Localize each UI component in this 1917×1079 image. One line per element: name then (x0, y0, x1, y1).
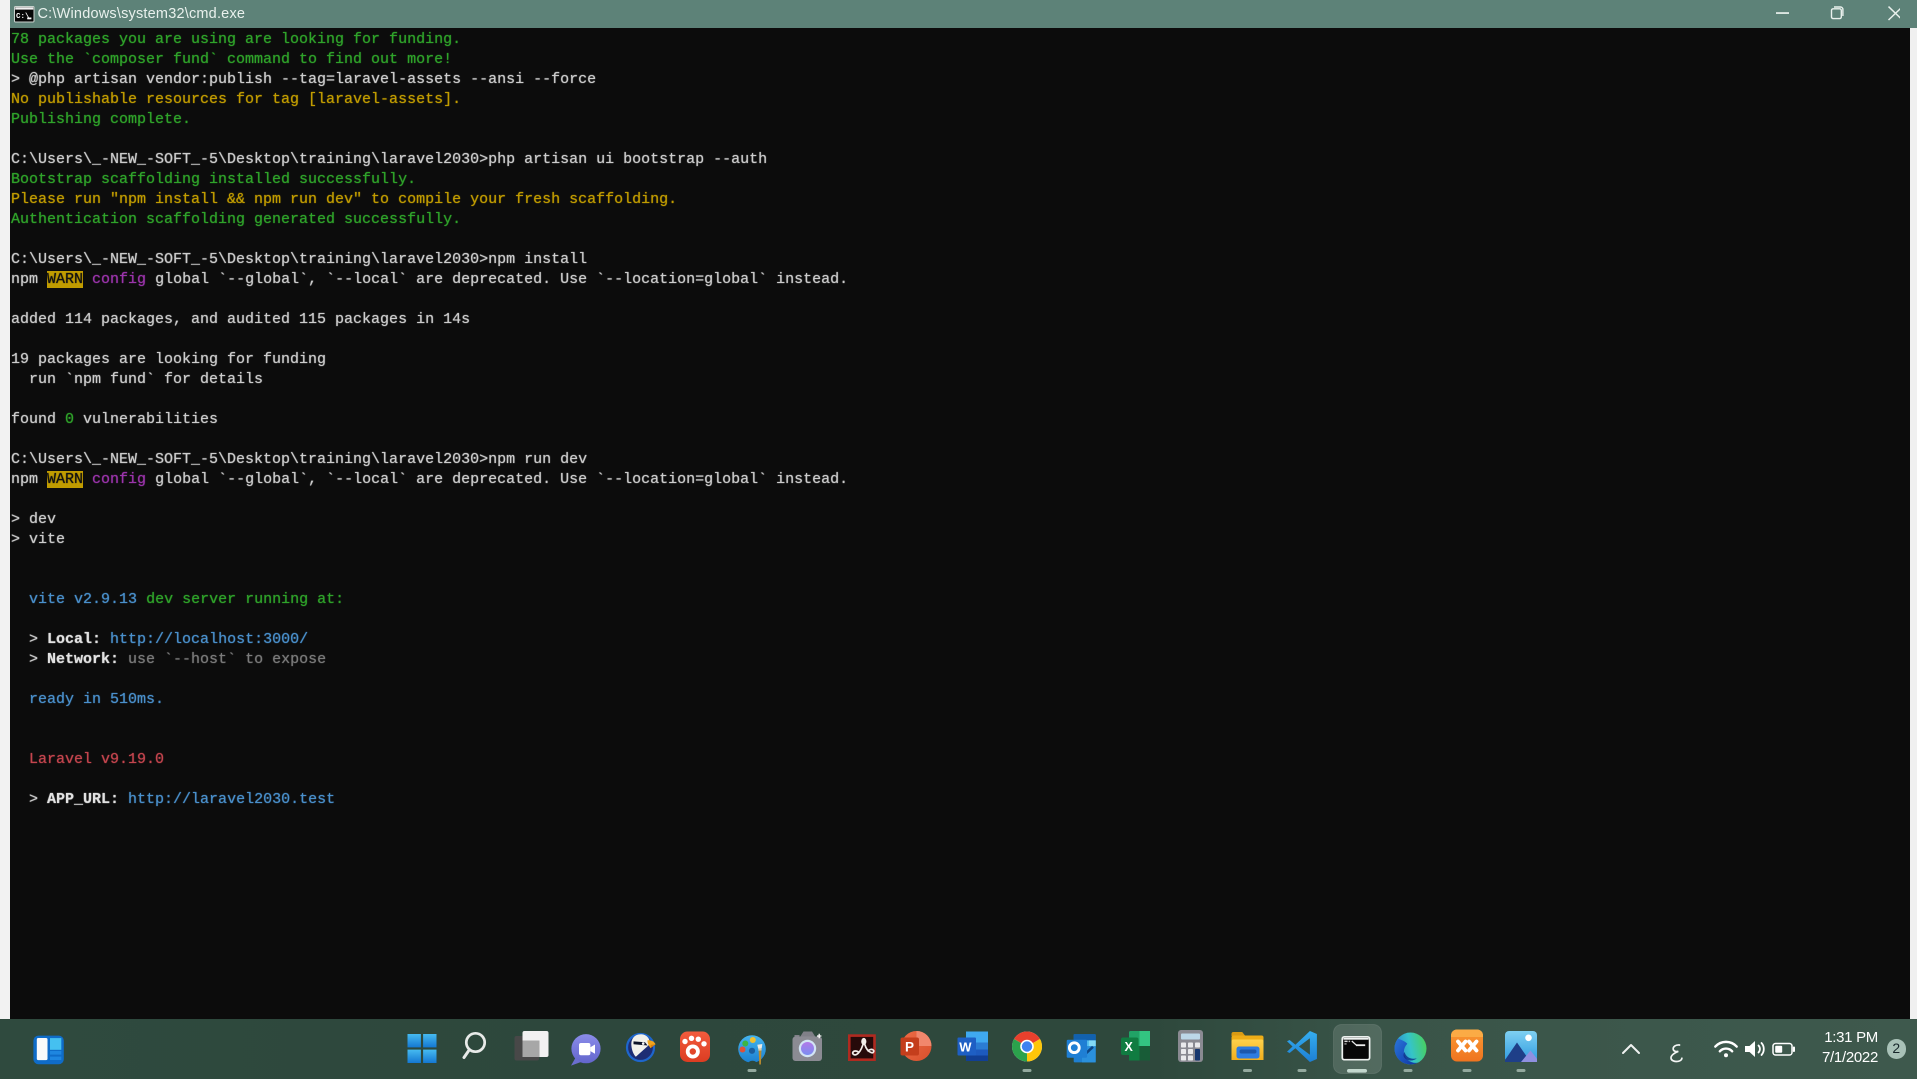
svg-text:P: P (905, 1040, 914, 1055)
svg-text:C:\: C:\ (16, 13, 30, 21)
svg-text:W: W (959, 1040, 972, 1055)
svg-text:X: X (1125, 1040, 1134, 1054)
